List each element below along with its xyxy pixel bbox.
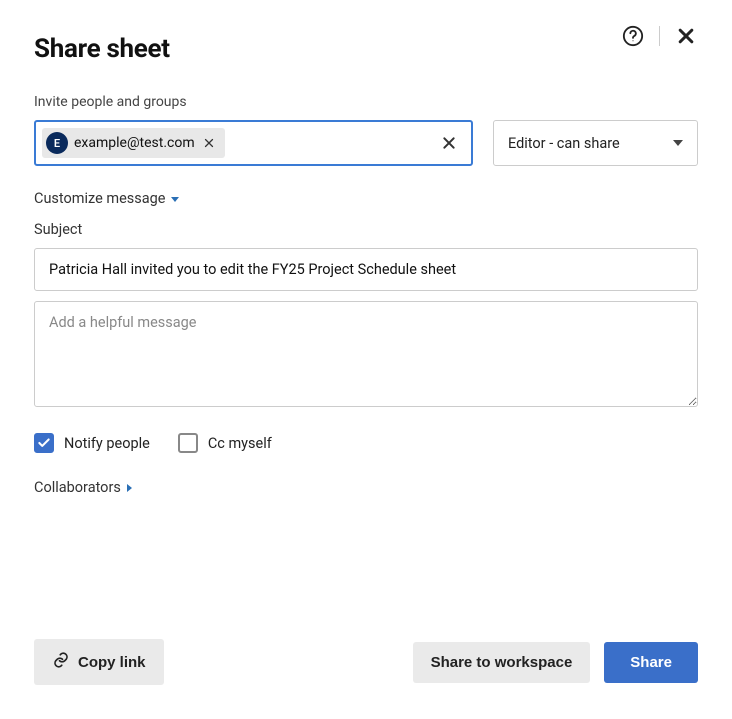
header-divider [659, 26, 660, 46]
copy-link-label: Copy link [78, 654, 146, 671]
cc-myself-label: Cc myself [208, 435, 272, 452]
checkbox-unchecked-icon [178, 433, 198, 453]
subject-label: Subject [34, 221, 698, 238]
email-token[interactable]: E example@test.com [42, 128, 225, 158]
share-workspace-button[interactable]: Share to workspace [413, 642, 591, 683]
chevron-down-icon [673, 140, 683, 146]
collaborators-toggle[interactable]: Collaborators [34, 479, 698, 496]
share-workspace-label: Share to workspace [431, 654, 573, 671]
help-icon[interactable] [621, 24, 645, 48]
customize-message-label: Customize message [34, 190, 165, 207]
checkbox-checked-icon [34, 433, 54, 453]
token-remove-icon[interactable] [201, 135, 217, 151]
message-textarea[interactable] [34, 301, 698, 407]
token-email: example@test.com [74, 135, 195, 151]
customize-message-toggle[interactable]: Customize message [34, 190, 698, 207]
clear-input-icon[interactable] [439, 133, 459, 153]
avatar: E [46, 132, 68, 154]
invite-input[interactable]: E example@test.com [34, 120, 473, 166]
cc-myself-checkbox[interactable]: Cc myself [178, 433, 272, 453]
chevron-right-icon [127, 484, 132, 492]
role-selected-label: Editor - can share [508, 135, 620, 152]
role-select[interactable]: Editor - can share [493, 120, 698, 166]
link-icon [52, 651, 70, 673]
notify-people-label: Notify people [64, 435, 150, 452]
dialog-title: Share sheet [34, 34, 170, 64]
share-button[interactable]: Share [604, 642, 698, 683]
invite-label: Invite people and groups [34, 94, 698, 110]
collaborators-label: Collaborators [34, 479, 121, 496]
notify-people-checkbox[interactable]: Notify people [34, 433, 150, 453]
share-label: Share [630, 654, 672, 671]
chevron-down-icon [171, 197, 179, 202]
subject-input[interactable] [34, 248, 698, 291]
close-icon[interactable] [674, 24, 698, 48]
header-actions [621, 24, 698, 48]
copy-link-button[interactable]: Copy link [34, 639, 164, 685]
